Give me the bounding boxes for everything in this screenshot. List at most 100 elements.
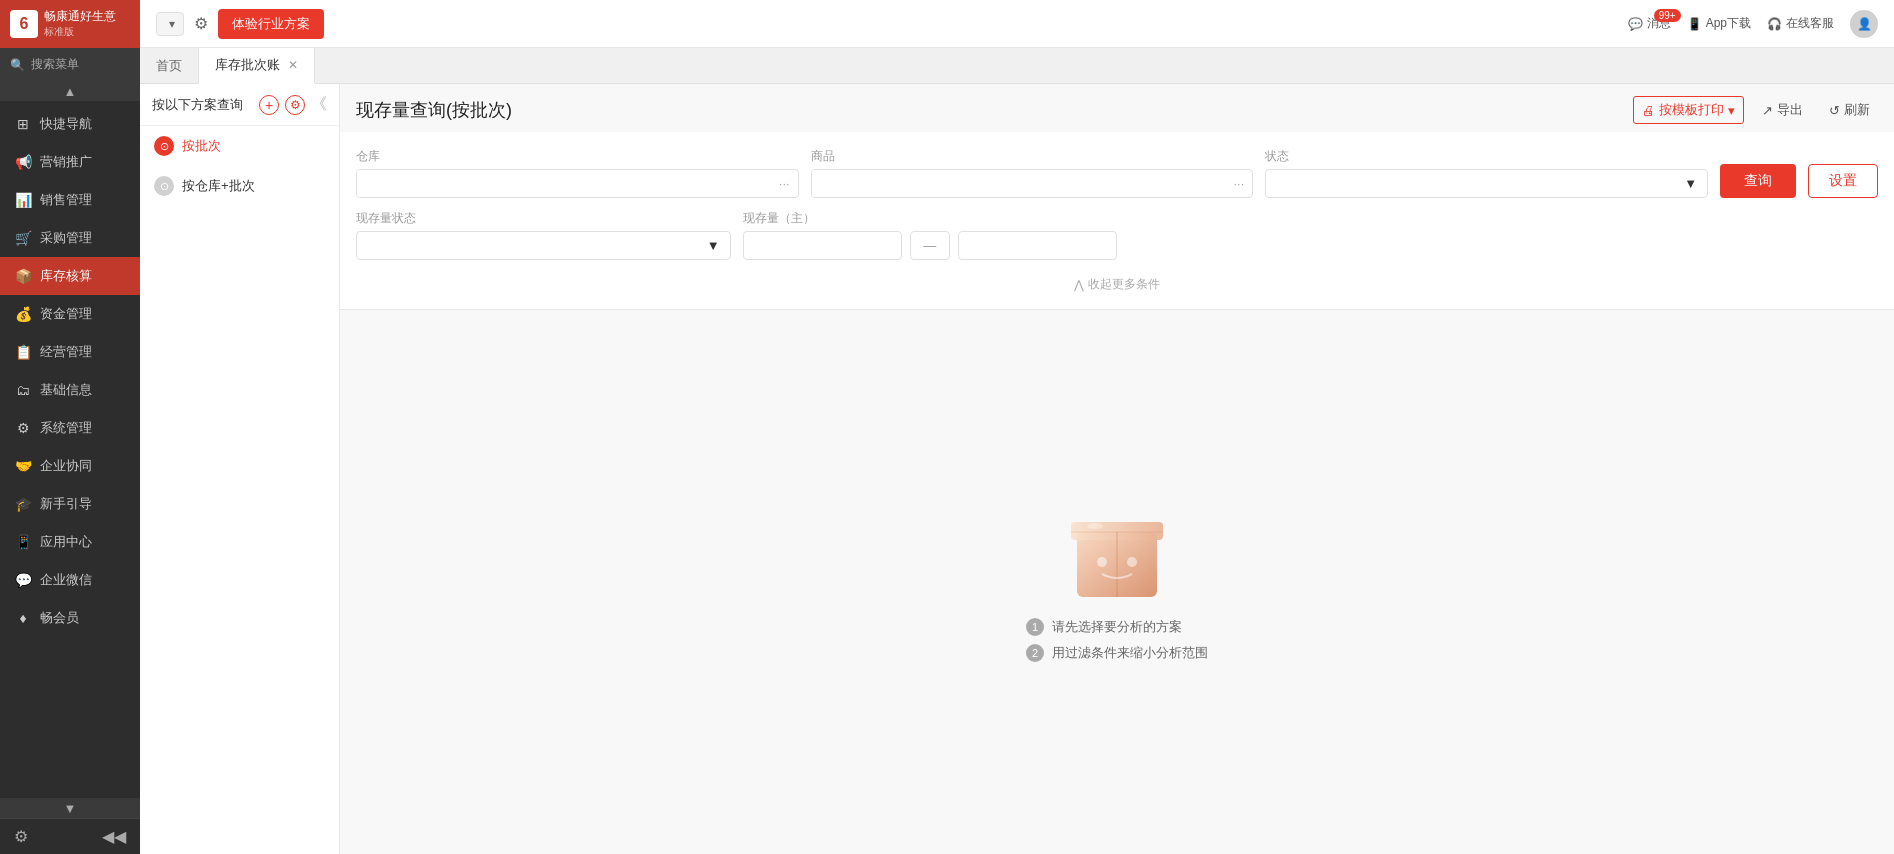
tab-home[interactable]: 首页: [140, 48, 199, 83]
sidebar-item-finance[interactable]: 💰 资金管理: [0, 295, 140, 333]
print-label: 按模板打印: [1659, 101, 1724, 119]
sidebar-item-basic[interactable]: 🗂 基础信息: [0, 371, 140, 409]
sidebar-item-newbie[interactable]: 🎓 新手引导: [0, 485, 140, 523]
sidebar-item-marketing[interactable]: 📢 营销推广: [0, 143, 140, 181]
print-button[interactable]: 🖨 按模板打印 ▾: [1633, 96, 1744, 124]
stock-status-chevron-icon: ▼: [707, 238, 720, 253]
empty-step-2: 2 用过滤条件来缩小分析范围: [1026, 644, 1208, 662]
status-select[interactable]: ▼: [1265, 169, 1708, 198]
enterprise-icon: 🤝: [14, 457, 32, 475]
refresh-label: 刷新: [1844, 101, 1870, 119]
right-panel: 现存量查询(按批次) 🖨 按模板打印 ▾ ↗ 导出 ↺ 刷新: [340, 84, 1894, 854]
empty-state-illustration: [1057, 502, 1177, 602]
tab-close-icon[interactable]: ✕: [288, 58, 298, 72]
app-download-button[interactable]: 📱 App下载: [1687, 15, 1751, 32]
collapse-sidebar-icon[interactable]: ◀◀: [102, 827, 126, 846]
svg-point-4: [1097, 557, 1107, 567]
sidebar-item-label: 经营管理: [40, 343, 92, 361]
phone-icon: 📱: [1687, 17, 1702, 31]
page-title: 现存量查询(按批次): [356, 98, 512, 122]
trial-button[interactable]: 体验行业方案: [218, 9, 324, 39]
scheme-icon-default: ⊙: [154, 176, 174, 196]
app-logo: 6: [10, 10, 38, 38]
query-button[interactable]: 查询: [1720, 164, 1796, 198]
sidebar-item-appstore[interactable]: 📱 应用中心: [0, 523, 140, 561]
add-scheme-button[interactable]: +: [259, 95, 279, 115]
topbar-right: 💬 消息 99+ 📱 App下载 🎧 在线客服 👤: [1628, 10, 1878, 38]
print-chevron-icon: ▾: [1728, 103, 1735, 118]
stock-qty-dash: —: [910, 231, 950, 260]
breadcrumb-dropdown[interactable]: ▾: [156, 12, 184, 36]
sidebar-item-label: 应用中心: [40, 533, 92, 551]
sidebar-item-label: 采购管理: [40, 229, 92, 247]
user-avatar[interactable]: 👤: [1850, 10, 1878, 38]
topbar-gear-icon[interactable]: ⚙: [190, 10, 212, 37]
sidebar-item-wechat[interactable]: 💬 企业微信: [0, 561, 140, 599]
product-input-wrapper: ···: [811, 169, 1254, 198]
avatar-icon: 👤: [1857, 17, 1872, 31]
online-service-button[interactable]: 🎧 在线客服: [1767, 15, 1834, 32]
headset-icon: 🎧: [1767, 17, 1782, 31]
warehouse-more-icon[interactable]: ···: [771, 170, 798, 197]
sidebar-item-purchase[interactable]: 🛒 采购管理: [0, 219, 140, 257]
settings-button[interactable]: 设置: [1808, 164, 1878, 198]
scheme-label: 按批次: [182, 137, 221, 155]
basic-icon: 🗂: [14, 381, 32, 399]
stock-qty-max-input[interactable]: [958, 231, 1117, 260]
stock-qty-label: 现存量（主）: [743, 210, 1118, 227]
scheme-icon-active: ⊙: [154, 136, 174, 156]
empty-step-1: 1 请先选择要分析的方案: [1026, 618, 1208, 636]
sidebar-item-quick-nav[interactable]: ⊞ 快捷导航: [0, 105, 140, 143]
sidebar: 6 畅康通好生意 标准版 🔍 搜索菜单 ▲ ⊞ 快捷导航 📢 营销推广 📊 销售…: [0, 0, 140, 854]
sidebar-item-label: 系统管理: [40, 419, 92, 437]
stock-status-select[interactable]: ▼: [356, 231, 731, 260]
product-more-icon[interactable]: ···: [1226, 170, 1253, 197]
scheme-settings-button[interactable]: ⚙: [285, 95, 305, 115]
finance-icon: 💰: [14, 305, 32, 323]
settings-footer-icon[interactable]: ⚙: [14, 827, 28, 846]
svg-point-5: [1127, 557, 1137, 567]
warehouse-label: 仓库: [356, 148, 799, 165]
scheme-label: 按仓库+批次: [182, 177, 255, 195]
product-label: 商品: [811, 148, 1254, 165]
sidebar-item-label: 销售管理: [40, 191, 92, 209]
product-input[interactable]: [812, 170, 1226, 197]
main-wrapper: ▾ ⚙ 体验行业方案 💬 消息 99+ 📱 App下载 🎧 在线客服 👤: [140, 0, 1894, 854]
tab-inventory[interactable]: 库存批次账 ✕: [199, 48, 315, 84]
export-button[interactable]: ↗ 导出: [1754, 97, 1811, 123]
search-icon: 🔍: [10, 58, 25, 72]
tab-inventory-label: 库存批次账: [215, 56, 280, 74]
sidebar-item-label: 新手引导: [40, 495, 92, 513]
empty-state-steps: 1 请先选择要分析的方案 2 用过滤条件来缩小分析范围: [1026, 618, 1208, 662]
scheme-item-by-warehouse[interactable]: ⊙ 按仓库+批次: [140, 166, 339, 206]
sidebar-item-label: 营销推广: [40, 153, 92, 171]
stock-qty-min-input[interactable]: [743, 231, 902, 260]
filter-area: 仓库 ··· 商品 ···: [340, 132, 1894, 310]
sidebar-item-enterprise[interactable]: 🤝 企业协同: [0, 447, 140, 485]
sidebar-item-member[interactable]: ♦ 畅会员: [0, 599, 140, 637]
sidebar-search[interactable]: 🔍 搜索菜单: [0, 48, 140, 81]
sidebar-item-operations[interactable]: 📋 经营管理: [0, 333, 140, 371]
scroll-up-button[interactable]: ▲: [0, 81, 140, 101]
newbie-icon: 🎓: [14, 495, 32, 513]
purchase-icon: 🛒: [14, 229, 32, 247]
breadcrumb-area: ▾ ⚙ 体验行业方案: [156, 9, 1618, 39]
empty-step-2-text: 用过滤条件来缩小分析范围: [1052, 644, 1208, 662]
sidebar-nav: ⊞ 快捷导航 📢 营销推广 📊 销售管理 🛒 采购管理 📦 库存核算 💰 资金管…: [0, 101, 140, 798]
scroll-down-button[interactable]: ▼: [0, 798, 140, 818]
panel-collapse-icon[interactable]: 《: [311, 94, 327, 115]
sidebar-item-label: 畅会员: [40, 609, 79, 627]
scheme-item-by-batch[interactable]: ⊙ 按批次: [140, 126, 339, 166]
stock-status-label: 现存量状态: [356, 210, 731, 227]
stock-status-filter-group: 现存量状态 ▼: [356, 210, 731, 260]
wechat-icon: 💬: [14, 571, 32, 589]
messages-button[interactable]: 💬 消息 99+: [1628, 15, 1671, 32]
collapse-conditions-button[interactable]: ⋀ 收起更多条件: [356, 272, 1878, 293]
refresh-button[interactable]: ↺ 刷新: [1821, 97, 1878, 123]
sidebar-item-inventory[interactable]: 📦 库存核算: [0, 257, 140, 295]
sidebar-item-system[interactable]: ⚙ 系统管理: [0, 409, 140, 447]
warehouse-input[interactable]: [357, 170, 771, 197]
member-icon: ♦: [14, 609, 32, 627]
sidebar-item-sales[interactable]: 📊 销售管理: [0, 181, 140, 219]
sidebar-item-label: 企业微信: [40, 571, 92, 589]
